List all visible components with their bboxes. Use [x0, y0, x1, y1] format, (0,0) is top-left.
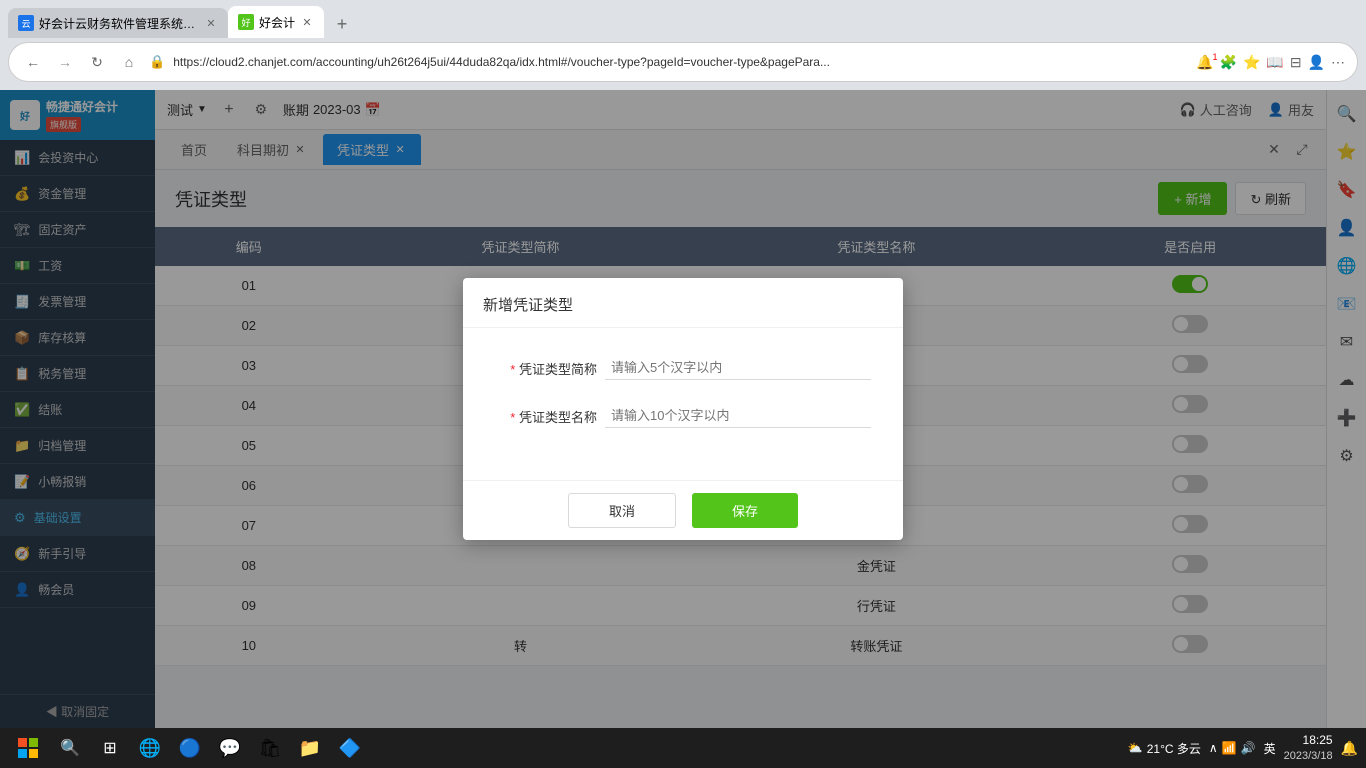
browser-tab-1[interactable]: 云 好会计云财务软件管理系统_会计 ✕: [8, 8, 228, 38]
extensions-icon[interactable]: 🧩: [1220, 54, 1237, 71]
taskbar: 🔍 ⊞ 🌐 🔵 💬 🛍 📁 🔷 ⛅ 21°C 多云 ∧ 📶 🔊 英 18:25 …: [0, 728, 1366, 768]
clock-date: 2023/3/18: [1284, 749, 1333, 764]
time-display: 18:25 2023/3/18: [1284, 732, 1333, 764]
taskbar-store[interactable]: 🛍: [252, 730, 288, 766]
tab-close-2[interactable]: ✕: [300, 15, 314, 29]
split-icon[interactable]: ⊟: [1290, 54, 1302, 71]
alert-icon[interactable]: 🔔1: [1196, 54, 1213, 71]
taskbar-wechat[interactable]: 💬: [212, 730, 248, 766]
url-display[interactable]: https://cloud2.chanjet.com/accounting/uh…: [173, 55, 1188, 69]
tab-bar: 云 好会计云财务软件管理系统_会计 ✕ 好 好会计 ✕ +: [0, 0, 1366, 38]
taskbar-explorer[interactable]: 📁: [292, 730, 328, 766]
nav-home-button[interactable]: ⌂: [117, 50, 141, 74]
browser-chrome: 云 好会计云财务软件管理系统_会计 ✕ 好 好会计 ✕ + ← → ↻ ⌂ 🔒 …: [0, 0, 1366, 90]
browser-action-icons: 🔔1 🧩 ⭐ 📖 ⊟ 👤 ⋯: [1196, 54, 1345, 71]
fav-icon[interactable]: ⭐: [1243, 54, 1260, 71]
nav-refresh-button[interactable]: ↻: [85, 50, 109, 74]
tab-title-2: 好会计: [259, 14, 295, 31]
profile-icon[interactable]: 👤: [1308, 54, 1325, 71]
abbr-label: * 凭证类型简称: [495, 359, 605, 378]
nav-forward-button[interactable]: →: [53, 50, 77, 74]
start-button[interactable]: [8, 730, 48, 766]
tray-network[interactable]: 📶: [1222, 741, 1237, 755]
taskbar-search[interactable]: 🔍: [52, 730, 88, 766]
clock-time: 18:25: [1284, 732, 1333, 749]
name-form-row: * 凭证类型名称: [495, 404, 871, 428]
tray-arrow[interactable]: ∧: [1209, 741, 1218, 755]
nav-back-button[interactable]: ←: [21, 50, 45, 74]
taskbar-chrome[interactable]: 🔵: [172, 730, 208, 766]
system-tray: ∧ 📶 🔊: [1209, 741, 1256, 755]
abbr-required-mark: *: [510, 362, 515, 377]
cancel-button[interactable]: 取消: [568, 493, 676, 528]
name-required-mark: *: [510, 410, 515, 425]
taskbar-right: ⛅ 21°C 多云 ∧ 📶 🔊 英 18:25 2023/3/18 🔔: [1128, 732, 1358, 764]
abbr-label-text: 凭证类型简称: [519, 362, 597, 377]
tab-close-1[interactable]: ✕: [204, 16, 218, 30]
tray-sound[interactable]: 🔊: [1241, 741, 1256, 755]
dialog-overlay: 新增凭证类型 * 凭证类型简称 * 凭证类型名称: [0, 90, 1366, 728]
menu-icon[interactable]: ⋯: [1331, 54, 1345, 71]
save-button[interactable]: 保存: [692, 493, 798, 528]
abbr-form-row: * 凭证类型简称: [495, 356, 871, 380]
security-icon: 🔒: [149, 54, 165, 70]
taskbar-multitask[interactable]: ⊞: [92, 730, 128, 766]
language-indicator[interactable]: 英: [1264, 740, 1276, 757]
tab-favicon-1: 云: [18, 15, 34, 31]
weather-icon: ⛅: [1128, 741, 1143, 755]
weather-text: 21°C 多云: [1147, 740, 1201, 757]
tab-favicon-2: 好: [238, 14, 254, 30]
name-label: * 凭证类型名称: [495, 407, 605, 426]
new-tab-button[interactable]: +: [328, 10, 356, 38]
dialog-header: 新增凭证类型: [463, 278, 903, 328]
abbr-input[interactable]: [605, 356, 871, 380]
dialog: 新增凭证类型 * 凭证类型简称 * 凭证类型名称: [463, 278, 903, 540]
notification-icon[interactable]: 🔔: [1341, 740, 1358, 757]
taskbar-edge[interactable]: 🌐: [132, 730, 168, 766]
reading-icon[interactable]: 📖: [1266, 54, 1283, 71]
dialog-footer: 取消 保存: [463, 480, 903, 540]
dialog-body: * 凭证类型简称 * 凭证类型名称: [463, 328, 903, 480]
address-bar: ← → ↻ ⌂ 🔒 https://cloud2.chanjet.com/acc…: [8, 42, 1358, 82]
weather-info: ⛅ 21°C 多云: [1128, 740, 1201, 757]
name-input[interactable]: [605, 404, 871, 428]
name-label-text: 凭证类型名称: [519, 410, 597, 425]
taskbar-browser2[interactable]: 🔷: [332, 730, 368, 766]
tab-title-1: 好会计云财务软件管理系统_会计: [39, 15, 199, 32]
browser-tab-2[interactable]: 好 好会计 ✕: [228, 6, 324, 38]
dialog-title: 新增凭证类型: [483, 297, 573, 314]
